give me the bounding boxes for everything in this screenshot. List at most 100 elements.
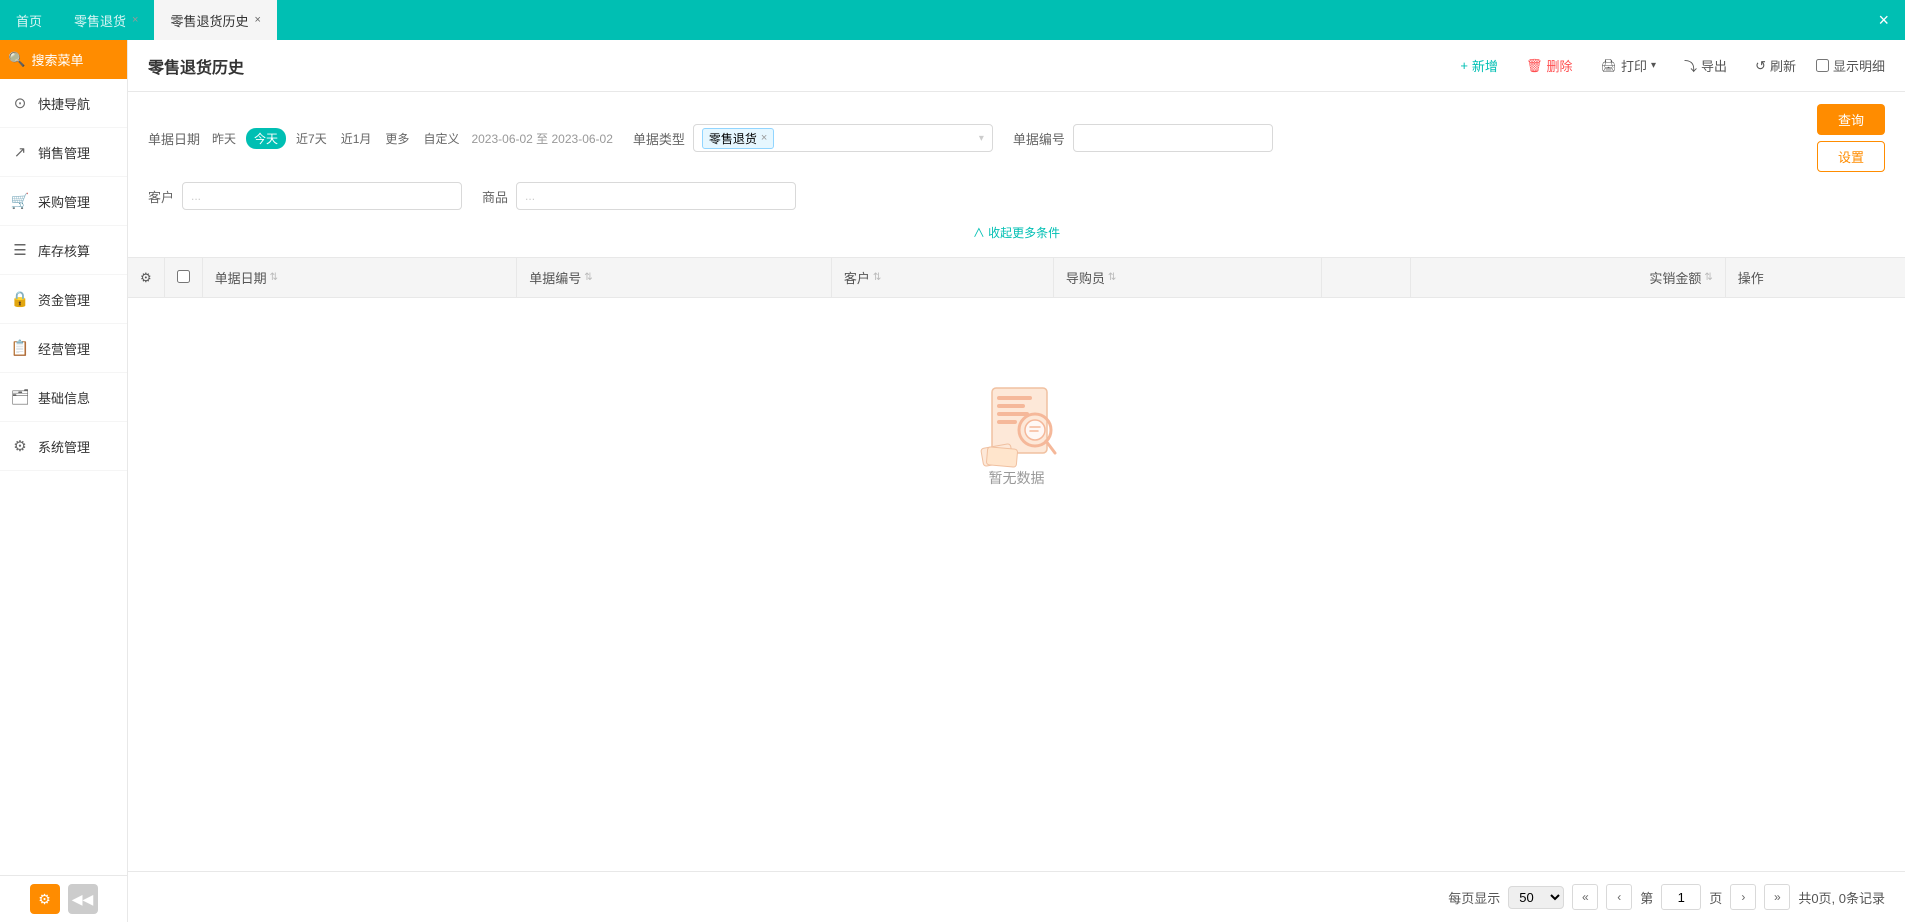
prev-page-button[interactable]: ‹: [1606, 884, 1632, 910]
print-dropdown-icon: ▾: [1651, 60, 1656, 71]
sidebar-item-sales[interactable]: ↗ 销售管理: [0, 128, 127, 177]
table-header-row: ⚙ 单据日期 ⇅ 单据编号: [128, 258, 1905, 298]
first-page-icon: «: [1582, 890, 1589, 904]
sales-icon: ↗: [10, 142, 30, 162]
th-number[interactable]: 单据编号 ⇅: [517, 258, 832, 298]
settings-icon: ⚙: [38, 891, 51, 908]
window-close-button[interactable]: ×: [1862, 0, 1905, 40]
tab-retail-return-label: 零售退货: [74, 11, 126, 30]
delete-label: 删除: [1546, 56, 1572, 75]
date-opt-last1m[interactable]: 近1月: [337, 128, 376, 149]
th-customer[interactable]: 客户 ⇅: [831, 258, 1053, 298]
new-icon: +: [1460, 58, 1468, 73]
sidebar-audio-button[interactable]: ◀◀: [68, 884, 98, 914]
select-all-checkbox[interactable]: [177, 270, 190, 283]
doc-type-select[interactable]: 零售退货 × ▾: [693, 124, 993, 152]
show-detail-checkbox[interactable]: [1816, 59, 1829, 72]
toolbar: + 新增 🗑 删除 🖨 打印 ▾ ⤵ 导出 ↺ 刷新: [1452, 52, 1885, 79]
doc-type-tag-remove[interactable]: ×: [761, 132, 767, 144]
date-filter-label: 单据日期: [148, 129, 200, 148]
first-page-button[interactable]: «: [1572, 884, 1598, 910]
refresh-icon: ↺: [1755, 58, 1766, 74]
page-title: 零售退货历史: [148, 54, 244, 78]
th-gear[interactable]: ⚙: [128, 258, 164, 298]
th-date[interactable]: 单据日期 ⇅: [202, 258, 517, 298]
sidebar-search-label: 搜索菜单: [31, 50, 83, 69]
query-button[interactable]: 查询: [1817, 104, 1885, 135]
date-opt-today[interactable]: 今天: [246, 128, 286, 149]
last-page-button[interactable]: »: [1764, 884, 1790, 910]
doc-type-dropdown-icon: ▾: [979, 133, 984, 144]
print-icon: 🖨: [1600, 58, 1617, 74]
sidebar-item-system[interactable]: ⚙ 系统管理: [0, 422, 127, 471]
sidebar-item-quick-nav-label: 快捷导航: [38, 94, 90, 113]
content-area: 零售退货历史 + 新增 🗑 删除 🖨 打印 ▾ ⤵ 导出: [128, 40, 1905, 922]
sidebar-item-purchase[interactable]: 🛒 采购管理: [0, 177, 127, 226]
show-detail-toggle[interactable]: 显示明细: [1816, 56, 1885, 75]
page-summary: 共0页, 0条记录: [1798, 888, 1885, 907]
print-button[interactable]: 🖨 打印 ▾: [1592, 52, 1664, 79]
sidebar-item-quick-nav[interactable]: ⊙ 快捷导航: [0, 79, 127, 128]
delete-button[interactable]: 🗑 删除: [1518, 52, 1581, 79]
customer-input[interactable]: ...: [182, 182, 462, 210]
export-button[interactable]: ⤵ 导出: [1676, 52, 1735, 79]
th-checkbox[interactable]: [164, 258, 202, 298]
th-amount[interactable]: 实销金额 ⇅: [1411, 258, 1726, 298]
doc-type-filter-group: 单据类型 零售退货 × ▾: [633, 124, 993, 152]
tab-home-label: 首页: [16, 11, 42, 30]
collapse-label: ∧ 收起更多条件: [973, 226, 1060, 240]
sidebar-search[interactable]: 🔍 搜索菜单: [0, 40, 127, 79]
refresh-label: 刷新: [1770, 56, 1796, 75]
new-button[interactable]: + 新增: [1452, 52, 1506, 79]
filter-row-1: 单据日期 昨天 今天 近7天 近1月 更多 自定义 2023-06-02 至 2…: [148, 104, 1885, 172]
date-opt-yesterday[interactable]: 昨天: [208, 128, 240, 149]
sidebar-settings-button[interactable]: ⚙: [30, 884, 60, 914]
th-action-label: 操作: [1738, 271, 1764, 286]
refresh-button[interactable]: ↺ 刷新: [1747, 52, 1804, 79]
inventory-icon: ☰: [10, 240, 30, 260]
page-word: 第: [1640, 888, 1653, 907]
home-icon: ⊙: [10, 93, 30, 113]
page-header: 零售退货历史 + 新增 🗑 删除 🖨 打印 ▾ ⤵ 导出: [128, 40, 1905, 92]
th-amount-label: 实销金额: [1649, 268, 1701, 287]
date-options: 昨天 今天 近7天 近1月 更多 自定义: [208, 128, 463, 149]
page-unit: 页: [1709, 888, 1722, 907]
tab-retail-return-history[interactable]: 零售退货历史 ×: [154, 0, 276, 40]
page-size-select[interactable]: 50 100 200: [1508, 886, 1564, 909]
sidebar-item-inventory-label: 库存核算: [38, 241, 90, 260]
sidebar-item-operation[interactable]: 📋 经营管理: [0, 324, 127, 373]
date-opt-more[interactable]: 更多: [381, 128, 413, 149]
finance-icon: 🔒: [10, 289, 30, 309]
doc-number-input[interactable]: [1073, 124, 1273, 152]
th-guide[interactable]: 导购员 ⇅: [1053, 258, 1321, 298]
prev-page-icon: ‹: [1617, 890, 1621, 904]
goods-input[interactable]: ...: [516, 182, 796, 210]
operation-icon: 📋: [10, 338, 30, 358]
sidebar-item-finance[interactable]: 🔒 资金管理: [0, 275, 127, 324]
doc-number-label: 单据编号: [1013, 129, 1065, 148]
query-buttons: 查询 设置: [1817, 104, 1885, 172]
sidebar-item-purchase-label: 采购管理: [38, 192, 90, 211]
table-area: ⚙ 单据日期 ⇅ 单据编号: [128, 258, 1905, 871]
tab-retail-return-close[interactable]: ×: [132, 14, 138, 26]
purchase-icon: 🛒: [10, 191, 30, 211]
new-label: 新增: [1472, 56, 1498, 75]
doc-type-label: 单据类型: [633, 129, 685, 148]
sidebar-item-system-label: 系统管理: [38, 437, 90, 456]
date-opt-custom[interactable]: 自定义: [419, 128, 463, 149]
sidebar-item-inventory[interactable]: ☰ 库存核算: [0, 226, 127, 275]
collapse-bar[interactable]: ∧ 收起更多条件: [148, 220, 1885, 245]
next-page-button[interactable]: ›: [1730, 884, 1756, 910]
tab-list: 首页 零售退货 × 零售退货历史 ×: [0, 0, 1862, 40]
date-opt-last7[interactable]: 近7天: [292, 128, 331, 149]
tab-retail-return-history-close[interactable]: ×: [254, 14, 260, 26]
data-table: ⚙ 单据日期 ⇅ 单据编号: [128, 258, 1905, 298]
tab-home[interactable]: 首页: [0, 0, 58, 40]
settings-button[interactable]: 设置: [1817, 141, 1885, 172]
page-number-input[interactable]: [1661, 884, 1701, 910]
sidebar-item-operation-label: 经营管理: [38, 339, 90, 358]
empty-illustration: [967, 378, 1067, 468]
th-date-label: 单据日期: [215, 268, 267, 287]
tab-retail-return[interactable]: 零售退货 ×: [58, 0, 154, 40]
sidebar-item-basic-info[interactable]: 🗂 基础信息: [0, 373, 127, 422]
